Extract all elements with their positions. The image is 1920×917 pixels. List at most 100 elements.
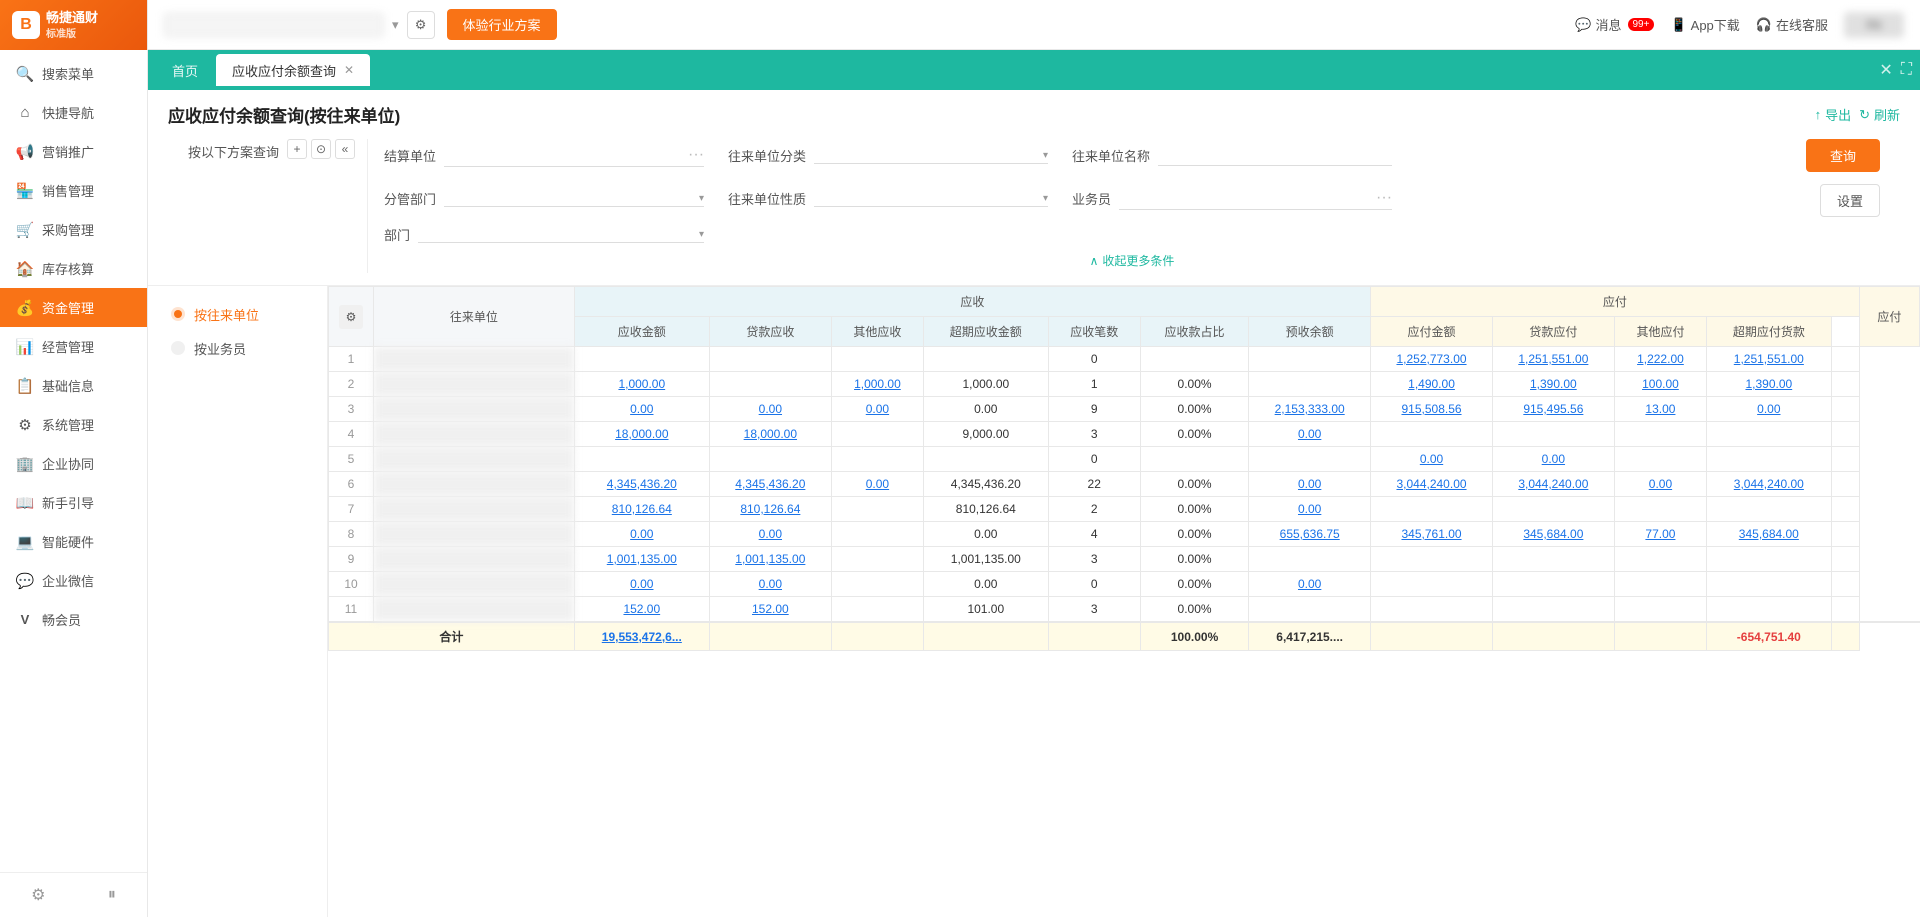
page-title: 应收应付余额查询(按往来单位) xyxy=(168,102,400,127)
app-download-button[interactable]: 📱 App下载 xyxy=(1670,15,1739,34)
table-row: 9 1,001,135.00 1,001,135.00 1,001,135.00… xyxy=(329,547,1920,572)
filter-settings-btn[interactable]: ⊙ xyxy=(311,139,331,159)
filter-by-salesman[interactable]: 按业务员 xyxy=(160,332,315,364)
app-icon: 📱 xyxy=(1670,17,1686,33)
dropdown-icon[interactable]: ▾ xyxy=(392,17,399,33)
data-table: ⚙ 往来单位 应收 应付 应付 应收金额 贷款应收 其他应收 xyxy=(328,286,1920,651)
sidebar-label-basic: 基础信息 xyxy=(42,376,94,395)
sidebar: B 畅捷通财 标准版 🔍 搜索菜单 ⌂ 快捷导航 📢 营销推广 🏪 xyxy=(0,0,148,917)
tab-query[interactable]: 应收应付余额查询 ✕ xyxy=(216,54,370,86)
sidebar-item-marketing[interactable]: 📢 营销推广 xyxy=(0,132,147,171)
col-settings-header: ⚙ xyxy=(329,287,374,347)
sidebar-label-quick: 快捷导航 xyxy=(42,103,94,122)
th-ar-overdue: 超期应收金额 xyxy=(924,317,1048,347)
partner-category-label: 往来单位分类 xyxy=(728,146,806,165)
page-title-row: 应收应付余额查询(按往来单位) ↑ 导出 ↻ 刷新 xyxy=(168,102,1900,127)
query-button[interactable]: 查询 xyxy=(1806,139,1880,172)
sidebar-item-operations[interactable]: 📊 经营管理 xyxy=(0,327,147,366)
sidebar-item-search[interactable]: 🔍 搜索菜单 xyxy=(0,54,147,93)
logo-icon: B xyxy=(12,11,40,39)
app-logo: B 畅捷通财 标准版 xyxy=(0,0,147,50)
settings-button[interactable]: 设置 xyxy=(1820,184,1880,217)
content-body: 按往来单位 按业务员 ⚙ xyxy=(148,286,1920,917)
dept-mgr-label: 分管部门 xyxy=(384,189,436,208)
table-row: 4 18,000.00 18,000.00 9,000.00 3 0.00% 0… xyxy=(329,422,1920,447)
th-ap-balance: 应付 xyxy=(1859,287,1919,347)
service-button[interactable]: 🎧 在线客服 xyxy=(1756,15,1828,34)
sidebar-label-member: 畅会员 xyxy=(42,610,81,629)
collapse-more-btn[interactable]: ∧ 收起更多条件 xyxy=(1090,252,1175,269)
dept-label: 部门 xyxy=(384,225,410,244)
salesman-label: 业务员 xyxy=(1072,189,1111,208)
sidebar-item-enterprise[interactable]: 🏢 企业协同 xyxy=(0,444,147,483)
message-button[interactable]: 💬 消息 99+ xyxy=(1575,15,1654,34)
user-avatar[interactable]: Rit xyxy=(1844,12,1904,38)
message-label: 消息 xyxy=(1595,15,1621,34)
table-row: 3 0.00 0.00 0.00 0.00 9 0.00% 2,153,333.… xyxy=(329,397,1920,422)
filter-add-btn[interactable]: + xyxy=(287,139,307,159)
sidebar-item-hardware[interactable]: 💻 智能硬件 xyxy=(0,522,147,561)
refresh-button[interactable]: ↻ 刷新 xyxy=(1859,105,1900,124)
th-ap-amount: 应付金额 xyxy=(1371,317,1493,347)
th-ap-overdue: 超期应付货款 xyxy=(1707,317,1831,347)
filter-sidebar: 按往来单位 按业务员 xyxy=(148,286,328,917)
table-row: 10 0.00 0.00 0.00 0 0.00% 0.00 xyxy=(329,572,1920,597)
sidebar-label-marketing: 营销推广 xyxy=(42,142,94,161)
sidebar-item-member[interactable]: V 畅会员 xyxy=(0,600,147,639)
salesman-dots[interactable]: ··· xyxy=(1376,189,1392,207)
tab-query-label: 应收应付余额查询 xyxy=(232,61,336,80)
sidebar-label-purchase: 采购管理 xyxy=(42,220,94,239)
tab-close-icon[interactable]: ✕ xyxy=(344,63,354,77)
table-footer-row: 合计 19,553,472,6... 100.00% 6,417,215.... xyxy=(329,622,1920,651)
enterprise-icon: 🏢 xyxy=(16,455,34,473)
sidebar-label-guide: 新手引导 xyxy=(42,493,94,512)
main-area: ▾ ⚙ 体验行业方案 💬 消息 99+ 📱 App下载 🎧 在线客服 xyxy=(148,0,1920,917)
partner-category-arrow: ▾ xyxy=(1043,150,1048,161)
sidebar-item-sales[interactable]: 🏪 销售管理 xyxy=(0,171,147,210)
th-ar-other: 其他应收 xyxy=(831,317,923,347)
promo-button[interactable]: 体验行业方案 xyxy=(447,9,557,40)
th-ap-other: 其他应付 xyxy=(1614,317,1706,347)
partner-name-input[interactable] xyxy=(1158,148,1392,163)
sidebar-item-wechat[interactable]: 💬 企业微信 xyxy=(0,561,147,600)
address-bar[interactable] xyxy=(164,13,384,37)
tab-bar: 首页 应收应付余额查询 ✕ ✕ ⛶ xyxy=(148,50,1920,90)
sidebar-item-basic[interactable]: 📋 基础信息 xyxy=(0,366,147,405)
settlement-dots[interactable]: ··· xyxy=(688,146,704,164)
th-prepay-balance: 预收余额 xyxy=(1249,317,1371,347)
col-settings-btn[interactable]: ⚙ xyxy=(339,305,363,329)
logo-text: 畅捷通财 xyxy=(46,10,98,26)
collapse-icon: ∧ xyxy=(1090,254,1099,268)
export-button[interactable]: ↑ 导出 xyxy=(1815,105,1852,124)
header-right: 💬 消息 99+ 📱 App下载 🎧 在线客服 Rit xyxy=(1575,12,1904,38)
system-icon: ⚙ xyxy=(16,416,34,434)
filter-by-partner[interactable]: 按往来单位 xyxy=(160,298,315,330)
sidebar-item-funds[interactable]: 💰 资金管理 xyxy=(0,288,147,327)
filter-area: 按以下方案查询 + ⊙ « xyxy=(168,139,1900,285)
filter-collapse-btn[interactable]: « xyxy=(335,139,355,159)
gear-button[interactable]: ⚙ xyxy=(407,11,435,39)
settings-footer-btn[interactable]: ⚙ xyxy=(31,885,45,905)
marketing-icon: 📢 xyxy=(16,143,34,161)
tab-expand-btn[interactable]: ⛶ xyxy=(1901,61,1912,79)
tab-close-all-btn[interactable]: ✕ xyxy=(1879,60,1892,80)
logo-sub: 标准版 xyxy=(46,25,98,40)
purchase-icon: 🛒 xyxy=(16,221,34,239)
th-ar-ratio: 应收款占比 xyxy=(1140,317,1248,347)
sidebar-item-quick[interactable]: ⌂ 快捷导航 xyxy=(0,93,147,132)
sidebar-label-wechat: 企业微信 xyxy=(42,571,94,590)
sidebar-item-inventory[interactable]: 🏠 库存核算 xyxy=(0,249,147,288)
partner-option-icon xyxy=(168,304,188,324)
sidebar-item-system[interactable]: ⚙ 系统管理 xyxy=(0,405,147,444)
operations-icon: 📊 xyxy=(16,338,34,356)
collapse-sidebar-btn[interactable]: ⏸ xyxy=(108,886,116,904)
sidebar-item-purchase[interactable]: 🛒 采购管理 xyxy=(0,210,147,249)
th-partner: 往来单位 xyxy=(374,287,575,347)
footer-ar-amount[interactable]: 19,553,472,6... xyxy=(574,622,709,651)
tab-home[interactable]: 首页 xyxy=(156,54,214,86)
th-receivable-group: 应收 xyxy=(574,287,1370,317)
top-header: ▾ ⚙ 体验行业方案 💬 消息 99+ 📱 App下载 🎧 在线客服 xyxy=(148,0,1920,50)
inventory-icon: 🏠 xyxy=(16,260,34,278)
sidebar-item-guide[interactable]: 📖 新手引导 xyxy=(0,483,147,522)
partner-name-label: 往来单位名称 xyxy=(1072,146,1150,165)
